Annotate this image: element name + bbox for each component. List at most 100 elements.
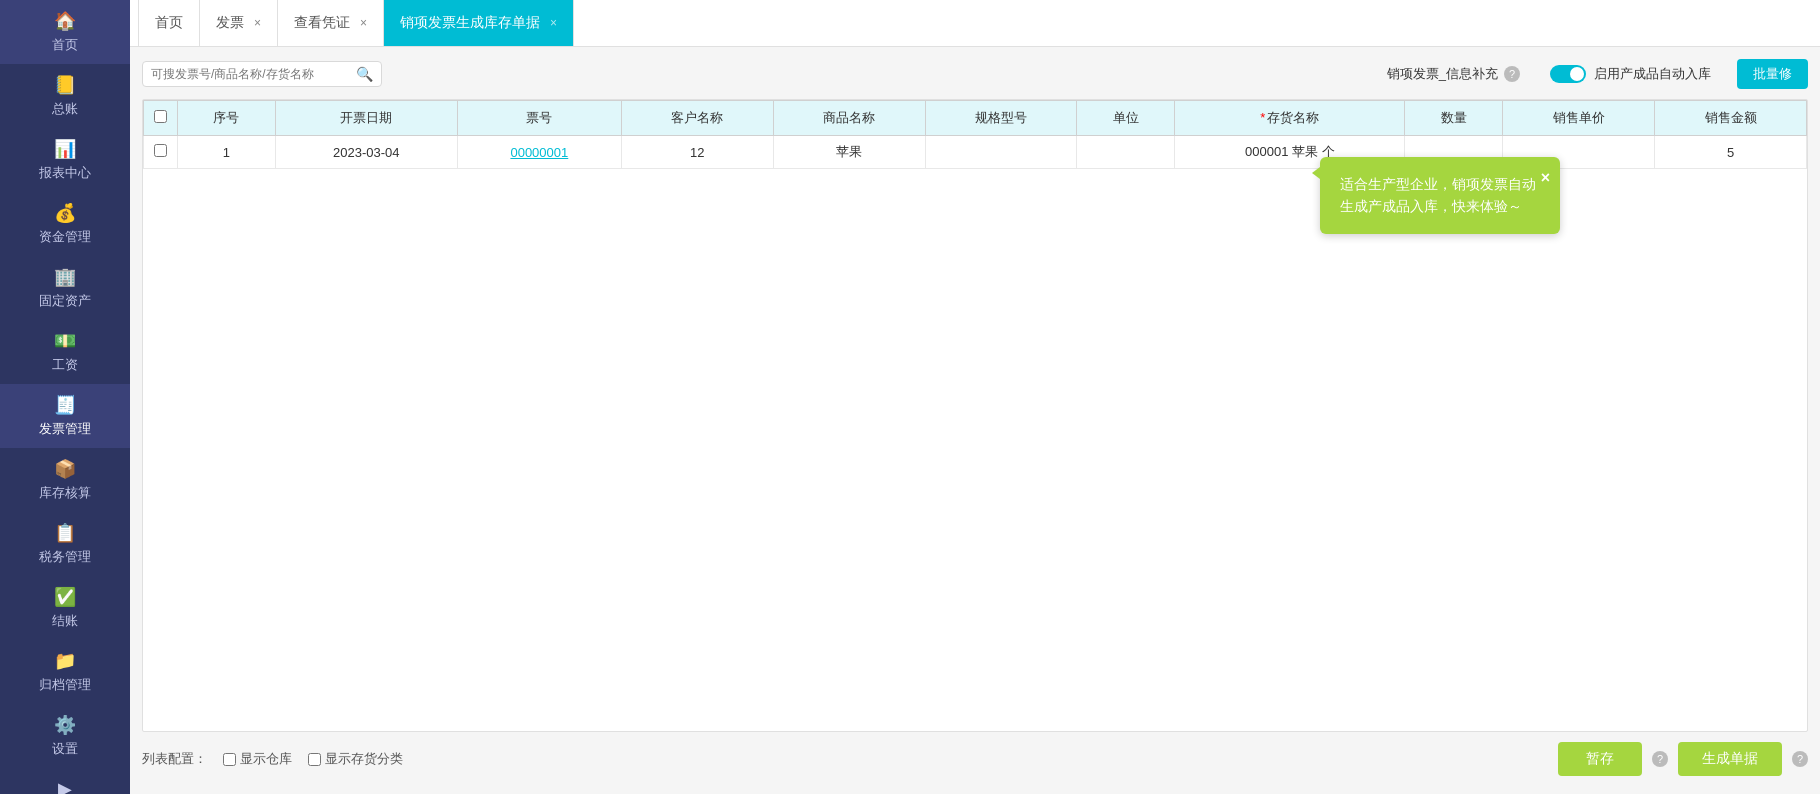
- sidebar-item-guide[interactable]: ▶ 新手引导: [0, 768, 130, 794]
- sidebar-item-checkout[interactable]: ✅ 结账: [0, 576, 130, 640]
- tab-stock-bill[interactable]: 销项发票生成库存单据 ×: [384, 0, 574, 46]
- header-unit-price: 销售单价: [1503, 101, 1655, 136]
- save-help-icon[interactable]: ?: [1652, 751, 1668, 767]
- guide-icon: ▶: [54, 778, 76, 794]
- batch-button[interactable]: 批量修: [1737, 59, 1808, 89]
- show-warehouse-label: 显示仓库: [240, 750, 292, 768]
- sidebar: 🏠 首页 📒 总账 📊 报表中心 💰 资金管理 🏢 固定资产 💵 工资 🧾 发票…: [0, 0, 130, 794]
- show-category-label: 显示存货分类: [325, 750, 403, 768]
- sidebar-item-label: 总账: [52, 100, 78, 118]
- tab-voucher[interactable]: 查看凭证 ×: [278, 0, 384, 46]
- toolbar-row: 🔍 销项发票_信息补充 ? 启用产成品自动入库 批量修: [142, 59, 1808, 89]
- assets-icon: 🏢: [54, 266, 76, 288]
- sidebar-item-ledger[interactable]: 📒 总账: [0, 64, 130, 128]
- header-product: 商品名称: [773, 101, 925, 136]
- sidebar-item-assets[interactable]: 🏢 固定资产: [0, 256, 130, 320]
- sidebar-item-label: 税务管理: [39, 548, 91, 566]
- sidebar-item-label: 库存核算: [39, 484, 91, 502]
- tab-home-label: 首页: [155, 14, 183, 32]
- invoices-icon: 🧾: [54, 394, 76, 416]
- toggle-label: 启用产成品自动入库: [1594, 65, 1711, 83]
- select-all-checkbox[interactable]: [154, 110, 167, 123]
- search-box[interactable]: 🔍: [142, 61, 382, 87]
- sidebar-item-tax[interactable]: 📋 税务管理: [0, 512, 130, 576]
- checkout-icon: ✅: [54, 586, 76, 608]
- row-unit: [1077, 136, 1175, 169]
- row-ticket-no[interactable]: 00000001: [457, 136, 621, 169]
- tooltip-text: 适合生产型企业，销项发票自动生成产成品入库，快来体验～: [1340, 176, 1536, 214]
- sidebar-item-home[interactable]: 🏠 首页: [0, 0, 130, 64]
- search-input[interactable]: [151, 67, 350, 81]
- inventory-icon: 📦: [54, 458, 76, 480]
- row-amount: 5: [1655, 136, 1807, 169]
- sidebar-item-reports[interactable]: 📊 报表中心: [0, 128, 130, 192]
- sidebar-item-label: 工资: [52, 356, 78, 374]
- sidebar-item-label: 设置: [52, 740, 78, 758]
- auto-stock-toggle[interactable]: [1550, 65, 1586, 83]
- header-date: 开票日期: [275, 101, 457, 136]
- show-category-checkbox[interactable]: 显示存货分类: [308, 750, 403, 768]
- header-customer: 客户名称: [621, 101, 773, 136]
- show-warehouse-input[interactable]: [223, 753, 236, 766]
- sidebar-item-invoices[interactable]: 🧾 发票管理: [0, 384, 130, 448]
- sidebar-item-label: 固定资产: [39, 292, 91, 310]
- salary-icon: 💵: [54, 330, 76, 352]
- show-category-input[interactable]: [308, 753, 321, 766]
- tab-voucher-close[interactable]: ×: [360, 16, 367, 30]
- row-product: 苹果: [773, 136, 925, 169]
- content-area: 🔍 销项发票_信息补充 ? 启用产成品自动入库 批量修: [130, 47, 1820, 794]
- list-config-label: 列表配置：: [142, 750, 207, 768]
- generate-button[interactable]: 生成单据: [1678, 742, 1782, 776]
- info-label-group: 销项发票_信息补充 ?: [1387, 65, 1520, 83]
- header-spec: 规格型号: [925, 101, 1077, 136]
- bottom-actions: 暂存 ? 生成单据 ?: [1558, 742, 1808, 776]
- sidebar-item-funds[interactable]: 💰 资金管理: [0, 192, 130, 256]
- settings-icon: ⚙️: [54, 714, 76, 736]
- tab-invoice-label: 发票: [216, 14, 244, 32]
- header-amount: 销售金额: [1655, 101, 1807, 136]
- row-customer: 12: [621, 136, 773, 169]
- row-checkbox[interactable]: [154, 144, 167, 157]
- tab-stock-bill-label: 销项发票生成库存单据: [400, 14, 540, 32]
- generate-help-icon[interactable]: ?: [1792, 751, 1808, 767]
- bottom-bar: 列表配置： 显示仓库 显示存货分类 暂存 ? 生成单据 ?: [142, 732, 1808, 782]
- sidebar-item-label: 资金管理: [39, 228, 91, 246]
- sidebar-item-label: 发票管理: [39, 420, 91, 438]
- table-header-row: 序号 开票日期 票号 客户名称 商品名称 规格型号 单位 *存货名称 数量 销售…: [144, 101, 1807, 136]
- header-unit: 单位: [1077, 101, 1175, 136]
- archive-icon: 📁: [54, 650, 76, 672]
- sidebar-item-salary[interactable]: 💵 工资: [0, 320, 130, 384]
- save-button[interactable]: 暂存: [1558, 742, 1642, 776]
- search-icon: 🔍: [356, 66, 373, 82]
- sidebar-item-label: 报表中心: [39, 164, 91, 182]
- tooltip-close-button[interactable]: ×: [1541, 165, 1550, 191]
- sidebar-item-archive[interactable]: 📁 归档管理: [0, 640, 130, 704]
- ticket-no-link[interactable]: 00000001: [510, 145, 568, 160]
- row-checkbox-cell: [144, 136, 178, 169]
- header-checkbox-col: [144, 101, 178, 136]
- info-help-icon[interactable]: ?: [1504, 66, 1520, 82]
- row-spec: [925, 136, 1077, 169]
- tab-voucher-label: 查看凭证: [294, 14, 350, 32]
- sidebar-item-label: 首页: [52, 36, 78, 54]
- main-area: 首页 发票 × 查看凭证 × 销项发票生成库存单据 × 🔍 销项发票_信息补充 …: [130, 0, 1820, 794]
- tab-home[interactable]: 首页: [138, 0, 200, 46]
- header-ticket-no: 票号: [457, 101, 621, 136]
- row-date: 2023-03-04: [275, 136, 457, 169]
- tab-stock-bill-close[interactable]: ×: [550, 16, 557, 30]
- reports-icon: 📊: [54, 138, 76, 160]
- tab-invoice[interactable]: 发票 ×: [200, 0, 278, 46]
- sidebar-item-settings[interactable]: ⚙️ 设置: [0, 704, 130, 768]
- ledger-icon: 📒: [54, 74, 76, 96]
- show-warehouse-checkbox[interactable]: 显示仓库: [223, 750, 292, 768]
- header-seq: 序号: [178, 101, 276, 136]
- tax-icon: 📋: [54, 522, 76, 544]
- row-seq: 1: [178, 136, 276, 169]
- tooltip-popup: × 适合生产型企业，销项发票自动生成产成品入库，快来体验～: [1320, 157, 1560, 234]
- tab-bar: 首页 发票 × 查看凭证 × 销项发票生成库存单据 ×: [130, 0, 1820, 47]
- header-inventory: *存货名称: [1175, 101, 1405, 136]
- tab-invoice-close[interactable]: ×: [254, 16, 261, 30]
- toggle-group: 启用产成品自动入库: [1550, 65, 1711, 83]
- sidebar-item-inventory[interactable]: 📦 库存核算: [0, 448, 130, 512]
- sidebar-item-label: 结账: [52, 612, 78, 630]
